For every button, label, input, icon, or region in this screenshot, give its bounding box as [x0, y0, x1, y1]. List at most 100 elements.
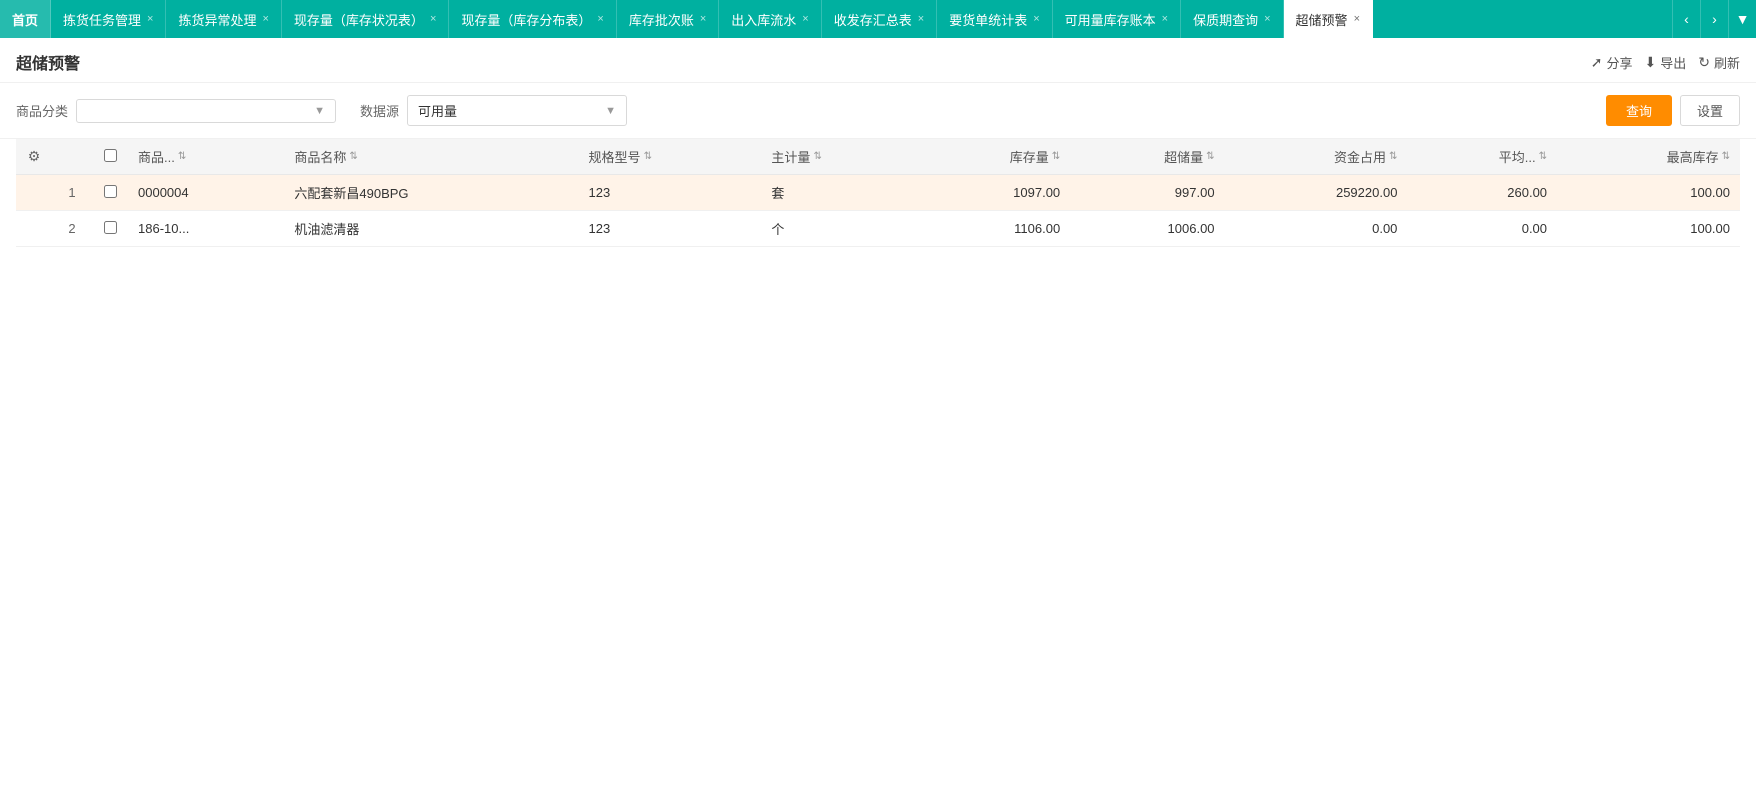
- nav-prev-button[interactable]: ‹: [1672, 0, 1700, 38]
- sort-max-icon: ⇅: [1722, 151, 1730, 162]
- row-checkbox-1[interactable]: [104, 221, 117, 234]
- share-button[interactable]: ➚ 分享: [1591, 53, 1633, 72]
- nav-overstock[interactable]: 超储预警 ×: [1284, 0, 1373, 38]
- table-row: 2 186-10... 机油滤清器 123 个 1106.00 1006.00 …: [16, 211, 1740, 247]
- nav-inventory-status[interactable]: 现存量（库存状况表） ×: [282, 0, 449, 38]
- row-capital: 259220.00: [1225, 175, 1408, 211]
- table-container: ⚙ 商品... ⇅ 商品名称: [0, 139, 1756, 247]
- th-code-label: 商品...: [138, 147, 175, 166]
- row-gear-cell: [16, 211, 52, 247]
- data-table: ⚙ 商品... ⇅ 商品名称: [16, 139, 1740, 247]
- nav-collect-label: 收发存汇总表: [834, 10, 912, 29]
- export-icon: ⬇: [1645, 54, 1657, 71]
- sort-name-icon: ⇅: [349, 151, 357, 162]
- close-inventory-dist-icon[interactable]: ×: [597, 13, 603, 25]
- nav-overstock-label: 超储预警: [1296, 10, 1348, 29]
- close-inout-icon[interactable]: ×: [802, 13, 808, 25]
- close-abnormal-icon[interactable]: ×: [262, 13, 268, 25]
- nav-collect[interactable]: 收发存汇总表 ×: [822, 0, 937, 38]
- page-title: 超储预警: [16, 50, 80, 74]
- th-index: [52, 139, 92, 175]
- datasource-select[interactable]: 可用量 ▼: [407, 95, 627, 126]
- query-button[interactable]: 查询: [1606, 95, 1672, 126]
- nav-inventory-dist-label: 现存量（库存分布表）: [461, 10, 591, 29]
- datasource-filter-group: 数据源 可用量 ▼: [360, 95, 627, 126]
- row-spec: 123: [579, 211, 762, 247]
- close-order-icon[interactable]: ×: [1033, 13, 1039, 25]
- nav-inout-label: 出入库流水: [731, 10, 796, 29]
- row-avg: 0.00: [1407, 211, 1557, 247]
- row-capital: 0.00: [1225, 211, 1408, 247]
- share-icon: ➚: [1591, 54, 1603, 71]
- nav-inout[interactable]: 出入库流水 ×: [719, 0, 821, 38]
- th-avg[interactable]: 平均... ⇅: [1407, 139, 1557, 175]
- th-unit[interactable]: 主计量 ⇅: [761, 139, 915, 175]
- nav-next-button[interactable]: ›: [1700, 0, 1728, 38]
- close-overstock-icon[interactable]: ×: [1354, 13, 1360, 25]
- row-stock: 1097.00: [916, 175, 1070, 211]
- datasource-dropdown-icon: ▼: [605, 105, 616, 117]
- th-name-label: 商品名称: [294, 147, 346, 166]
- nav-task[interactable]: 拣货任务管理 ×: [51, 0, 166, 38]
- nav-abnormal[interactable]: 拣货异常处理 ×: [166, 0, 281, 38]
- sort-overstock-icon: ⇅: [1206, 151, 1214, 162]
- row-unit: 套: [761, 175, 915, 211]
- nav-quality[interactable]: 保质期查询 ×: [1181, 0, 1283, 38]
- export-label: 导出: [1660, 53, 1686, 72]
- close-task-icon[interactable]: ×: [147, 13, 153, 25]
- filter-row: 商品分类 ▼ 数据源 可用量 ▼ 查询 设置: [0, 83, 1756, 139]
- sort-spec-icon: ⇅: [644, 151, 652, 162]
- row-avg: 260.00: [1407, 175, 1557, 211]
- row-gear-cell: [16, 175, 52, 211]
- header-actions: ➚ 分享 ⬇ 导出 ↻ 刷新: [1591, 53, 1740, 72]
- close-available-icon[interactable]: ×: [1162, 13, 1168, 25]
- nav-order[interactable]: 要货单统计表 ×: [937, 0, 1052, 38]
- row-max: 100.00: [1557, 175, 1740, 211]
- export-button[interactable]: ⬇ 导出: [1645, 53, 1687, 72]
- row-name: 六配套新昌490BPG: [284, 175, 578, 211]
- th-name[interactable]: 商品名称 ⇅: [284, 139, 578, 175]
- nav-home[interactable]: 首页: [0, 0, 51, 38]
- category-select[interactable]: ▼: [76, 99, 336, 123]
- nav-batch[interactable]: 库存批次账 ×: [617, 0, 719, 38]
- th-gear[interactable]: ⚙: [16, 139, 52, 175]
- nav-available-label: 可用量库存账本: [1065, 10, 1156, 29]
- row-checkbox-0[interactable]: [104, 185, 117, 198]
- th-stock[interactable]: 库存量 ⇅: [916, 139, 1070, 175]
- sort-unit-icon: ⇅: [813, 151, 821, 162]
- th-avg-label: 平均...: [1499, 147, 1536, 166]
- nav-available[interactable]: 可用量库存账本 ×: [1053, 0, 1181, 38]
- nav-batch-label: 库存批次账: [629, 10, 694, 29]
- top-nav: 首页 拣货任务管理 × 拣货异常处理 × 现存量（库存状况表） × 现存量（库存…: [0, 0, 1756, 38]
- settings-button[interactable]: 设置: [1680, 95, 1740, 126]
- close-quality-icon[interactable]: ×: [1264, 13, 1270, 25]
- close-batch-icon[interactable]: ×: [700, 13, 706, 25]
- th-code[interactable]: 商品... ⇅: [128, 139, 284, 175]
- th-stock-label: 库存量: [1010, 147, 1049, 166]
- th-checkbox[interactable]: [92, 139, 128, 175]
- row-stock: 1106.00: [916, 211, 1070, 247]
- select-all-checkbox[interactable]: [104, 149, 117, 162]
- th-spec[interactable]: 规格型号 ⇅: [579, 139, 762, 175]
- gear-icon[interactable]: ⚙: [28, 148, 41, 165]
- row-code: 0000004: [128, 175, 284, 211]
- close-inventory-status-icon[interactable]: ×: [430, 13, 436, 25]
- row-max: 100.00: [1557, 211, 1740, 247]
- th-overstock[interactable]: 超储量 ⇅: [1070, 139, 1224, 175]
- th-unit-label: 主计量: [771, 147, 810, 166]
- row-checkbox-cell[interactable]: [92, 175, 128, 211]
- nav-more-button[interactable]: ▼: [1728, 0, 1756, 38]
- row-index: 1: [52, 175, 92, 211]
- table-header-row: ⚙ 商品... ⇅ 商品名称: [16, 139, 1740, 175]
- nav-inventory-dist[interactable]: 现存量（库存分布表） ×: [449, 0, 616, 38]
- sort-stock-icon: ⇅: [1052, 151, 1060, 162]
- th-capital[interactable]: 资金占用 ⇅: [1225, 139, 1408, 175]
- nav-arrows: ‹ › ▼: [1672, 0, 1756, 38]
- nav-order-label: 要货单统计表: [949, 10, 1027, 29]
- category-filter-group: 商品分类 ▼: [16, 99, 336, 123]
- close-collect-icon[interactable]: ×: [918, 13, 924, 25]
- refresh-button[interactable]: ↻ 刷新: [1698, 53, 1740, 72]
- th-max[interactable]: 最高库存 ⇅: [1557, 139, 1740, 175]
- row-checkbox-cell[interactable]: [92, 211, 128, 247]
- share-label: 分享: [1606, 53, 1632, 72]
